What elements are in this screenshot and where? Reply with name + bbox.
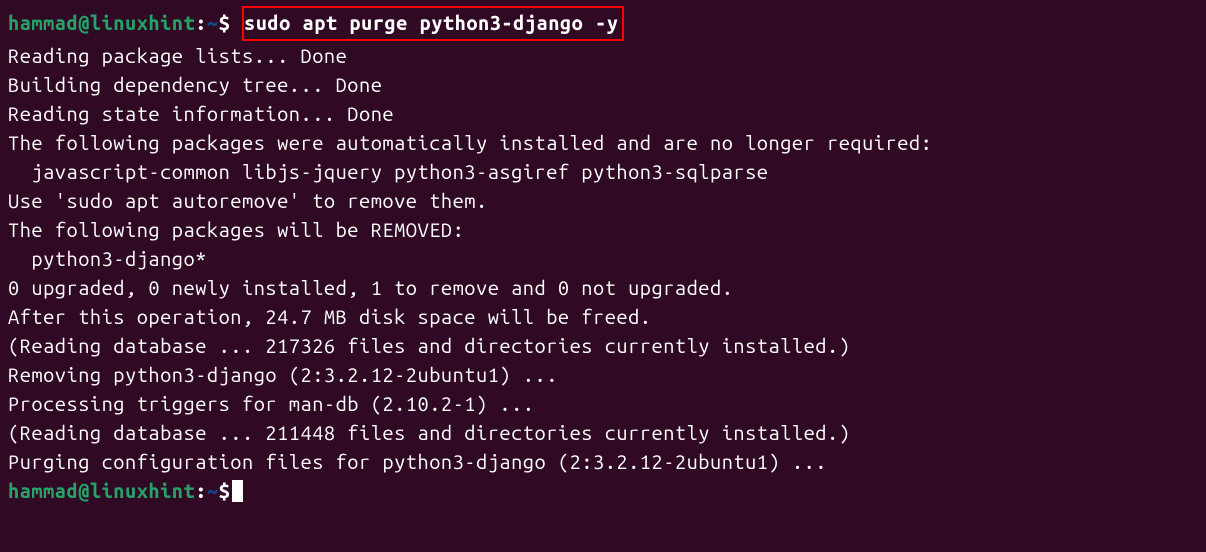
output-line: (Reading database ... 211448 files and d… — [8, 418, 1198, 447]
command-text[interactable]: sudo apt purge python3-django -y — [244, 11, 618, 34]
output-line: The following packages were automaticall… — [8, 128, 1198, 157]
output-line: Building dependency tree... Done — [8, 70, 1198, 99]
output-line: Reading state information... Done — [8, 99, 1198, 128]
prompt-user: hammad@linuxhint — [8, 11, 195, 34]
output-line: python3-django* — [8, 244, 1198, 273]
output-line: Removing python3-django (2:3.2.12-2ubunt… — [8, 360, 1198, 389]
cursor-icon — [232, 480, 243, 502]
prompt-path: ~ — [207, 11, 219, 34]
output-line: The following packages will be REMOVED: — [8, 215, 1198, 244]
command-highlight-box: sudo apt purge python3-django -y — [242, 6, 624, 41]
output-line: Purging configuration files for python3-… — [8, 447, 1198, 476]
prompt-symbol: $ — [219, 11, 231, 34]
output-line: Processing triggers for man-db (2.10.2-1… — [8, 389, 1198, 418]
prompt-separator: : — [195, 479, 207, 502]
prompt-user: hammad@linuxhint — [8, 479, 195, 502]
output-line: After this operation, 24.7 MB disk space… — [8, 302, 1198, 331]
output-line: 0 upgraded, 0 newly installed, 1 to remo… — [8, 273, 1198, 302]
prompt-symbol: $ — [219, 479, 231, 502]
output-line: Use 'sudo apt autoremove' to remove them… — [8, 186, 1198, 215]
prompt-separator: : — [195, 11, 207, 34]
terminal-line-prompt-2[interactable]: hammad@linuxhint:~$ — [8, 476, 1198, 505]
output-line: (Reading database ... 217326 files and d… — [8, 331, 1198, 360]
output-line: javascript-common libjs-jquery python3-a… — [8, 157, 1198, 186]
output-line: Reading package lists... Done — [8, 41, 1198, 70]
prompt-path: ~ — [207, 479, 219, 502]
terminal-line-prompt-1: hammad@linuxhint:~$ sudo apt purge pytho… — [8, 6, 1198, 41]
